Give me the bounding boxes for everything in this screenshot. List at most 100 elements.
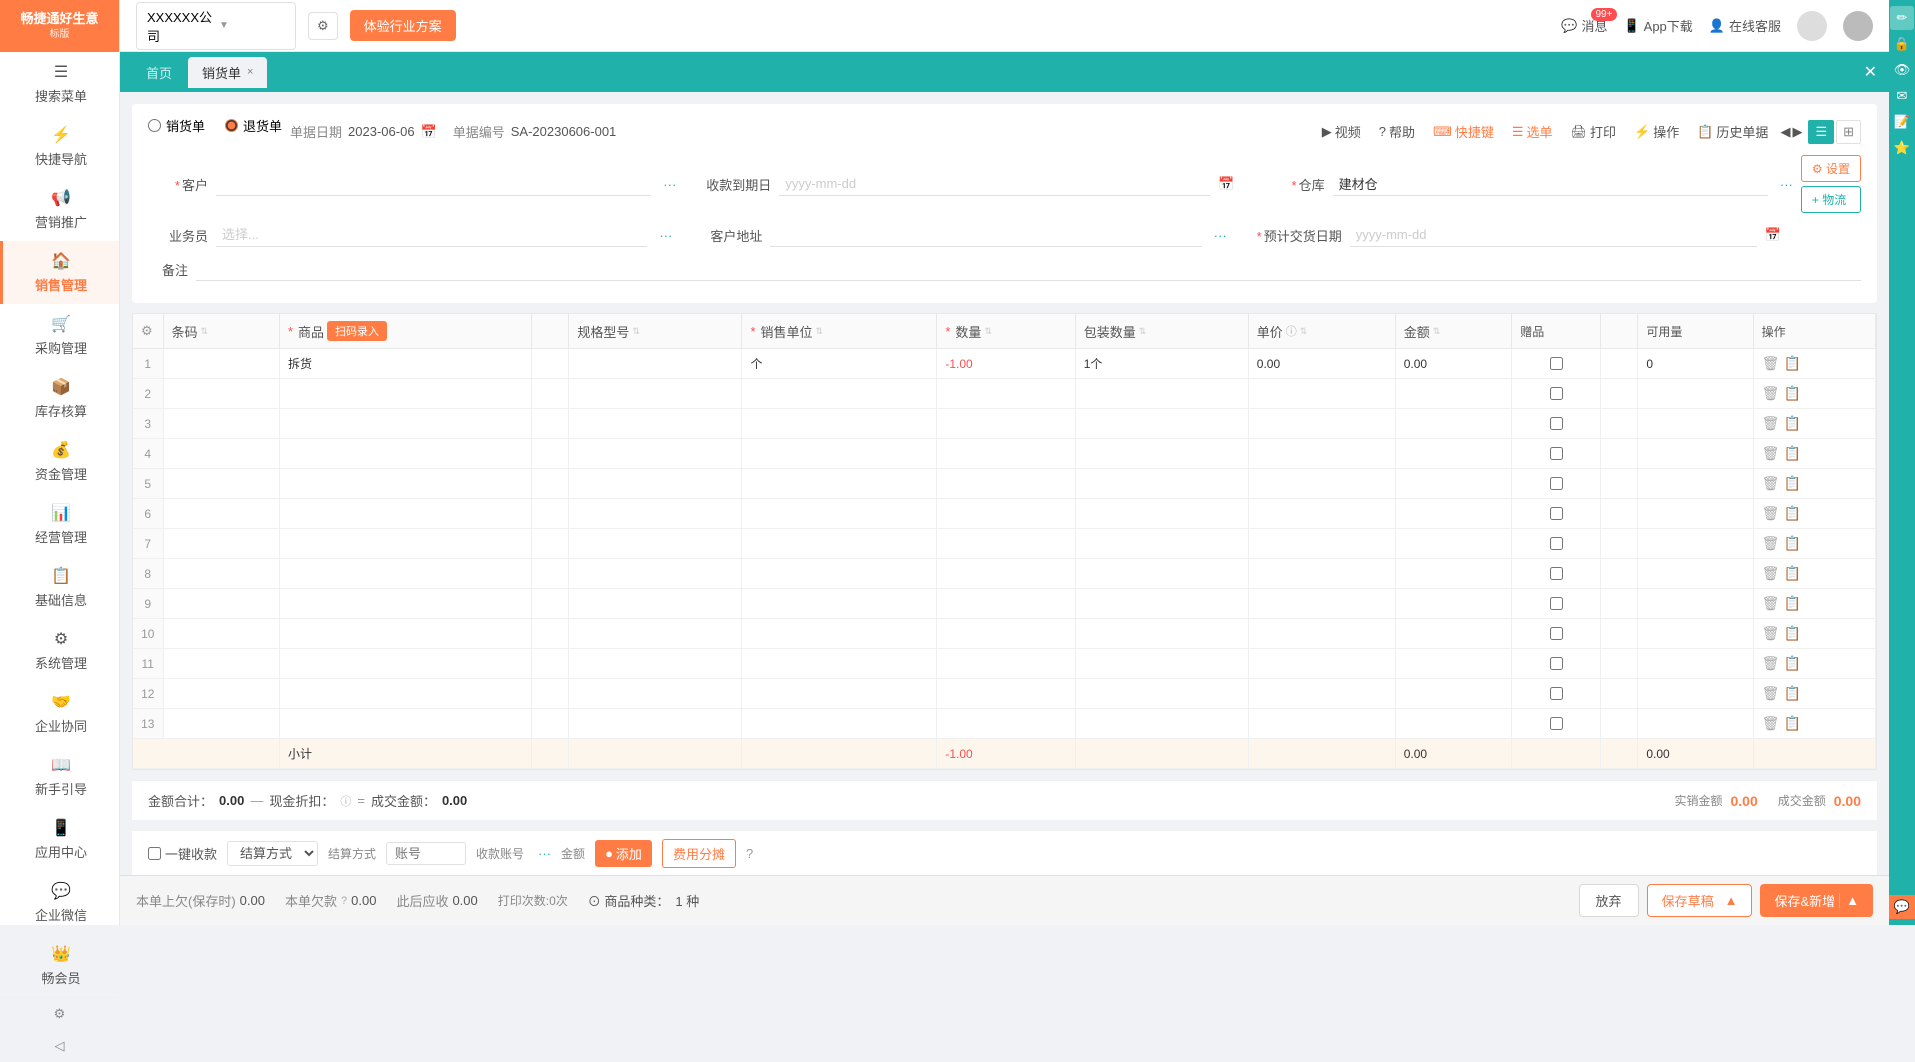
sidebar-item-system[interactable]: ⚙ 系统管理 (0, 619, 119, 682)
right-sidebar-eye[interactable]: 👁 (1890, 58, 1914, 82)
account-more-icon[interactable]: ··· (538, 846, 551, 861)
amount-cell-12[interactable] (1395, 679, 1511, 709)
copy-icon-1[interactable]: 📋 (1783, 355, 1800, 372)
unit-cell-11[interactable] (742, 649, 937, 679)
amount-cell-7[interactable] (1395, 529, 1511, 559)
amount-cell-10[interactable] (1395, 619, 1511, 649)
online-service-btn[interactable]: 👤 在线客服 (1709, 16, 1781, 35)
right-sidebar-chat[interactable]: 💬 (1889, 895, 1915, 919)
message-btn[interactable]: 💬 消息 99+ (1561, 16, 1607, 35)
barcode-cell-5[interactable] (163, 469, 279, 499)
address-more-icon[interactable]: ··· (1214, 228, 1227, 243)
unit-cell-8[interactable] (742, 559, 937, 589)
pkg-qty-cell-12[interactable] (1075, 679, 1248, 709)
pkg-qty-cell-10[interactable] (1075, 619, 1248, 649)
price-cell-12[interactable] (1248, 679, 1395, 709)
history-btn[interactable]: 📋 历史单据 (1691, 119, 1774, 144)
shortcut-btn[interactable]: ⌨ 快捷键 (1427, 119, 1500, 144)
sidebar-item-enterprise[interactable]: 🤝 企业协同 (0, 682, 119, 745)
spec-cell-1[interactable] (569, 349, 742, 379)
qty-cell-6[interactable] (937, 499, 1075, 529)
add-payment-button[interactable]: ● 添加 (595, 840, 652, 867)
sidebar-settings-btn[interactable]: ⚙ (0, 998, 119, 1030)
unit-cell-9[interactable] (742, 589, 937, 619)
gear-icon[interactable]: ⚙ (141, 323, 153, 338)
sidebar-item-member[interactable]: 👑 畅会员 (0, 934, 119, 997)
delete-icon-13[interactable]: 🗑 (1762, 715, 1780, 732)
gift-cell-10[interactable] (1512, 619, 1601, 649)
product-cell-11[interactable] (279, 649, 531, 679)
product-cell-3[interactable] (279, 409, 531, 439)
pkg-qty-cell-2[interactable] (1075, 379, 1248, 409)
list-view-btn[interactable]: ☰ (1808, 120, 1834, 144)
price-cell-8[interactable] (1248, 559, 1395, 589)
amount-cell-6[interactable] (1395, 499, 1511, 529)
amount-cell-5[interactable] (1395, 469, 1511, 499)
copy-icon-10[interactable]: 📋 (1783, 625, 1800, 642)
price-cell-13[interactable] (1248, 709, 1395, 739)
pkg-qty-cell-6[interactable] (1075, 499, 1248, 529)
amount-cell-4[interactable] (1395, 439, 1511, 469)
product-cell-13[interactable] (279, 709, 531, 739)
right-sidebar-mail[interactable]: ✉ (1890, 84, 1914, 108)
copy-icon-13[interactable]: 📋 (1783, 715, 1800, 732)
logistics-side-btn[interactable]: + 物流 (1801, 186, 1861, 213)
copy-icon-5[interactable]: 📋 (1783, 475, 1800, 492)
product-cell-10[interactable] (279, 619, 531, 649)
qty-cell-3[interactable] (937, 409, 1075, 439)
price-cell-3[interactable] (1248, 409, 1395, 439)
barcode-cell-10[interactable] (163, 619, 279, 649)
account-input[interactable] (386, 842, 466, 865)
collection-input[interactable] (779, 172, 1210, 196)
unit-cell-5[interactable] (742, 469, 937, 499)
spec-cell-9[interactable] (569, 589, 742, 619)
gift-cell-13[interactable] (1512, 709, 1601, 739)
spec-cell-10[interactable] (569, 619, 742, 649)
salesperson-input[interactable] (216, 223, 647, 247)
tab-sales-order[interactable]: 销货单 × (188, 57, 267, 88)
copy-icon-8[interactable]: 📋 (1783, 565, 1800, 582)
expense-button[interactable]: 费用分摊 (662, 839, 736, 868)
sidebar-item-inventory[interactable]: 📦 库存核算 (0, 367, 119, 430)
select-btn[interactable]: ☰ 选单 (1506, 119, 1559, 144)
draft-chevron-icon[interactable]: ▲ (1718, 893, 1738, 908)
sidebar-collapse-btn[interactable]: ◁ (0, 1030, 119, 1062)
spec-cell-13[interactable] (569, 709, 742, 739)
barcode-cell-12[interactable] (163, 679, 279, 709)
spec-cell-7[interactable] (569, 529, 742, 559)
sidebar-item-finance[interactable]: 💰 资金管理 (0, 430, 119, 493)
delete-icon-11[interactable]: 🗑 (1762, 655, 1780, 672)
barcode-cell-9[interactable] (163, 589, 279, 619)
barcode-cell-13[interactable] (163, 709, 279, 739)
price-cell-2[interactable] (1248, 379, 1395, 409)
delete-icon-7[interactable]: 🗑 (1762, 535, 1780, 552)
avatar2[interactable] (1843, 11, 1873, 41)
close-tab-icon[interactable]: × (247, 66, 253, 78)
barcode-cell-6[interactable] (163, 499, 279, 529)
pkg-qty-cell-1[interactable]: 1个 (1075, 349, 1248, 379)
copy-icon-11[interactable]: 📋 (1783, 655, 1800, 672)
sales-radio[interactable]: 销货单 (148, 116, 205, 135)
delete-icon-10[interactable]: 🗑 (1762, 625, 1780, 642)
copy-icon-2[interactable]: 📋 (1783, 385, 1800, 402)
amount-cell-13[interactable] (1395, 709, 1511, 739)
unit-cell-2[interactable] (742, 379, 937, 409)
gift-cell-5[interactable] (1512, 469, 1601, 499)
right-sidebar-edit[interactable]: ✏ (1890, 6, 1914, 30)
scan-button[interactable]: 扫码录入 (327, 321, 387, 341)
company-selector[interactable]: XXXXXX公司 ▼ (136, 2, 296, 50)
copy-icon-7[interactable]: 📋 (1783, 535, 1800, 552)
sidebar-item-marketing[interactable]: 📢 营销推广 (0, 178, 119, 241)
one-key-checkbox[interactable] (148, 847, 161, 860)
delete-icon-12[interactable]: 🗑 (1762, 685, 1780, 702)
spec-cell-5[interactable] (569, 469, 742, 499)
sidebar-item-quick-nav[interactable]: ⚡ 快捷导航 (0, 115, 119, 178)
sidebar-item-operations[interactable]: 📊 经营管理 (0, 493, 119, 556)
price-info-icon[interactable]: ⓘ (1286, 323, 1297, 339)
product-cell-12[interactable] (279, 679, 531, 709)
sidebar-item-appstore[interactable]: 📱 应用中心 (0, 808, 119, 871)
abandon-button[interactable]: 放弃 (1579, 884, 1639, 917)
unit-cell-7[interactable] (742, 529, 937, 559)
unit-cell-12[interactable] (742, 679, 937, 709)
sidebar-item-sales[interactable]: 🏠 销售管理 (0, 241, 119, 304)
